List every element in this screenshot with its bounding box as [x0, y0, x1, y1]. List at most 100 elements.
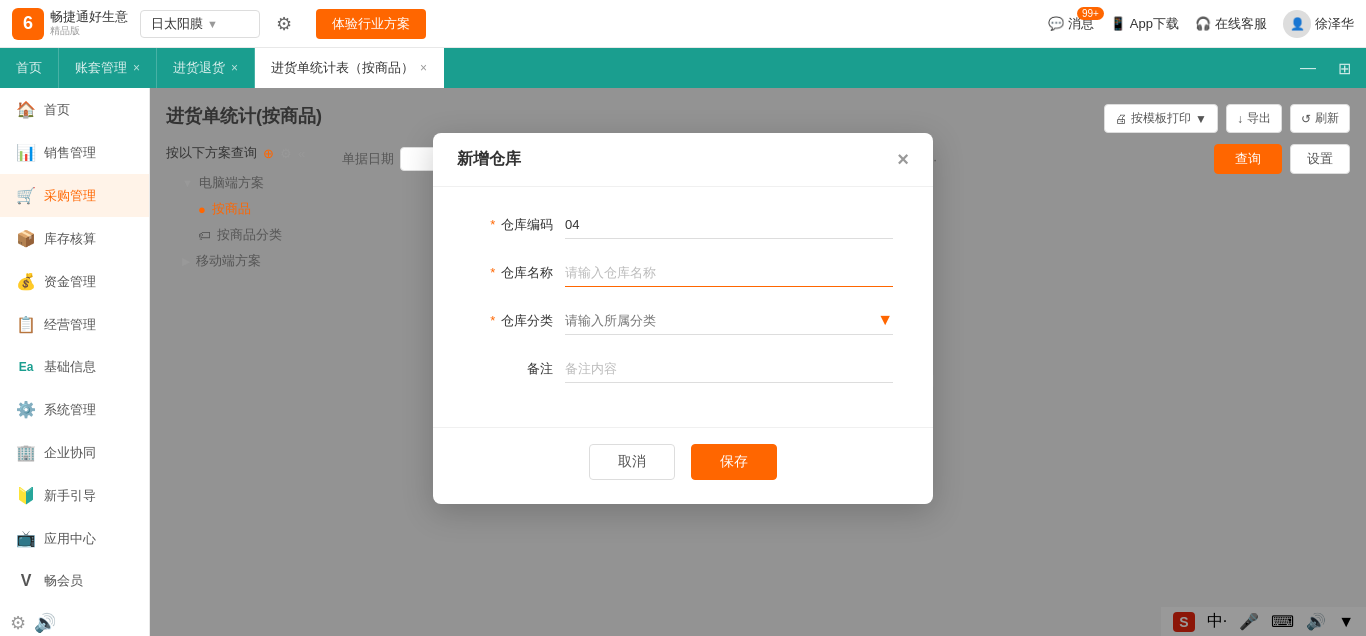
remark-input[interactable] [565, 355, 893, 383]
tab-close-stat[interactable]: × [420, 61, 427, 75]
export-button[interactable]: ↓ 导出 [1226, 104, 1282, 133]
cancel-button[interactable]: 取消 [589, 444, 675, 480]
print-arrow-icon: ▼ [1195, 112, 1207, 126]
collapse-icon[interactable]: « [298, 146, 305, 161]
apps-icon: 📺 [16, 529, 36, 548]
set-button[interactable]: 设置 [1290, 144, 1350, 174]
sidebar-item-member[interactable]: V 畅会员 [0, 560, 149, 602]
modal-title: 新增仓库 [457, 149, 521, 170]
name-input[interactable] [565, 259, 893, 287]
member-icon: V [16, 572, 36, 590]
save-button[interactable]: 保存 [691, 444, 777, 480]
tab-close-return[interactable]: × [231, 61, 238, 75]
sidebar-item-guide[interactable]: 🔰 新手引导 [0, 474, 149, 517]
add-scheme-icon[interactable]: ⊕ [263, 146, 274, 161]
basic-icon: Ea [16, 360, 36, 374]
logo-area: 6 畅捷通好生意 精品版 [12, 8, 128, 40]
sidebar-item-enterprise[interactable]: 🏢 企业协同 [0, 431, 149, 474]
category-input[interactable] [565, 307, 877, 334]
sidebar-item-finance[interactable]: 💰 资金管理 [0, 260, 149, 303]
name-label: * 仓库名称 [473, 264, 553, 282]
settings-button[interactable]: ⚙ [268, 8, 300, 40]
tab-purchase-stat[interactable]: 进货单统计表（按商品） × [255, 48, 444, 88]
app-download-label: App下载 [1130, 15, 1179, 33]
operations-icon: 📋 [16, 315, 36, 334]
refresh-button[interactable]: ↺ 刷新 [1290, 104, 1350, 133]
tree-computer[interactable]: ▼ 电脑端方案 [166, 170, 326, 196]
sidebar-label-guide: 新手引导 [44, 487, 96, 505]
app-download-item[interactable]: 📱 App下载 [1110, 15, 1179, 33]
purchase-icon: 🛒 [16, 186, 36, 205]
category-icon: 🏷 [198, 228, 211, 243]
sidebar-item-sales[interactable]: 📊 销售管理 [0, 131, 149, 174]
tab-home[interactable]: 首页 [0, 48, 59, 88]
page-title: 进货单统计(按商品) [166, 104, 1350, 128]
sales-icon: 📊 [16, 143, 36, 162]
form-row-code: * 仓库编码 [473, 211, 893, 239]
sidebar-item-basic[interactable]: Ea 基础信息 [0, 346, 149, 388]
form-row-category: * 仓库分类 ▼ [473, 307, 893, 335]
add-warehouse-modal: 新增仓库 × * 仓库编码 * 仓库名称 [433, 133, 933, 504]
tab-maximize-button[interactable]: ⊞ [1330, 54, 1358, 82]
message-item[interactable]: 💬 消息 99+ [1048, 15, 1094, 33]
finance-icon: 💰 [16, 272, 36, 291]
scheme-settings-icon[interactable]: ⚙ [280, 146, 292, 161]
tab-actions: — ⊞ [1294, 54, 1366, 82]
sidebar-label-enterprise: 企业协同 [44, 444, 96, 462]
category-select-wrap: ▼ [565, 307, 893, 335]
store-selector[interactable]: 日太阳膜 ▼ [140, 10, 260, 38]
form-row-name: * 仓库名称 [473, 259, 893, 287]
scheme-label: 电脑端方案 [199, 174, 264, 192]
sidebar-settings-icon[interactable]: ⚙ [10, 612, 26, 634]
tab-minimize-button[interactable]: — [1294, 54, 1322, 82]
tree-mobile[interactable]: ▶ 移动端方案 [166, 248, 326, 274]
headphone-icon: 🎧 [1195, 16, 1211, 31]
tree-by-goods[interactable]: ● 按商品 [166, 196, 326, 222]
tab-bar: 首页 账套管理 × 进货退货 × 进货单统计表（按商品） × — ⊞ [0, 48, 1366, 88]
sidebar-label-finance: 资金管理 [44, 273, 96, 291]
tree-mobile-arrow-icon: ▶ [182, 255, 190, 268]
sidebar-item-purchase[interactable]: 🛒 采购管理 [0, 174, 149, 217]
sidebar-item-home[interactable]: 🏠 首页 [0, 88, 149, 131]
modal-close-button[interactable]: × [897, 149, 909, 169]
tree-by-category[interactable]: 🏷 按商品分类 [166, 222, 326, 248]
sidebar-label-operations: 经营管理 [44, 316, 96, 334]
try-industry-button[interactable]: 体验行业方案 [316, 9, 426, 39]
sidebar-item-inventory[interactable]: 📦 库存核算 [0, 217, 149, 260]
tab-purchase-return[interactable]: 进货退货 × [157, 48, 255, 88]
user-item[interactable]: 👤 徐泽华 [1283, 10, 1354, 38]
remark-label: 备注 [473, 360, 553, 378]
sidebar-label-sales: 销售管理 [44, 144, 96, 162]
sidebar-item-apps[interactable]: 📺 应用中心 [0, 517, 149, 560]
brand-sub: 精品版 [50, 24, 128, 38]
sidebar-label-basic: 基础信息 [44, 358, 96, 376]
active-scheme-icon: ● [198, 202, 206, 217]
scheme-mobile-label: 移动端方案 [196, 252, 261, 270]
online-service-label: 在线客服 [1215, 15, 1267, 33]
home-icon: 🏠 [16, 100, 36, 119]
print-icon: 🖨 [1115, 112, 1127, 126]
print-button[interactable]: 🖨 按模板打印 ▼ [1104, 104, 1218, 133]
sidebar-label-purchase: 采购管理 [44, 187, 96, 205]
modal-footer: 取消 保存 [433, 427, 933, 504]
avatar: 👤 [1283, 10, 1311, 38]
sidebar-bottom: ⚙ 🔊 [0, 602, 149, 636]
inventory-icon: 📦 [16, 229, 36, 248]
name-required: * [490, 265, 495, 280]
sidebar-volume-icon[interactable]: 🔊 [34, 612, 56, 634]
code-label: * 仓库编码 [473, 216, 553, 234]
online-service-item[interactable]: 🎧 在线客服 [1195, 15, 1267, 33]
sidebar-item-operations[interactable]: 📋 经营管理 [0, 303, 149, 346]
sidebar-label-system: 系统管理 [44, 401, 96, 419]
tab-account[interactable]: 账套管理 × [59, 48, 157, 88]
category-dropdown-icon[interactable]: ▼ [877, 311, 893, 329]
modal-overlay[interactable]: 6 畅捷通好生意 精品版 日太阳膜 ▼ ⚙ 体验行业方案 💬 消息 99+ [0, 0, 1366, 636]
refresh-icon: ↺ [1301, 112, 1311, 126]
category-label: * 仓库分类 [473, 312, 553, 330]
export-icon: ↓ [1237, 112, 1243, 126]
tab-close-account[interactable]: × [133, 61, 140, 75]
code-input[interactable] [565, 211, 893, 239]
content-toolbar: 🖨 按模板打印 ▼ ↓ 导出 ↺ 刷新 [1104, 104, 1350, 133]
query-button[interactable]: 查询 [1214, 144, 1282, 174]
sidebar-item-system[interactable]: ⚙️ 系统管理 [0, 388, 149, 431]
